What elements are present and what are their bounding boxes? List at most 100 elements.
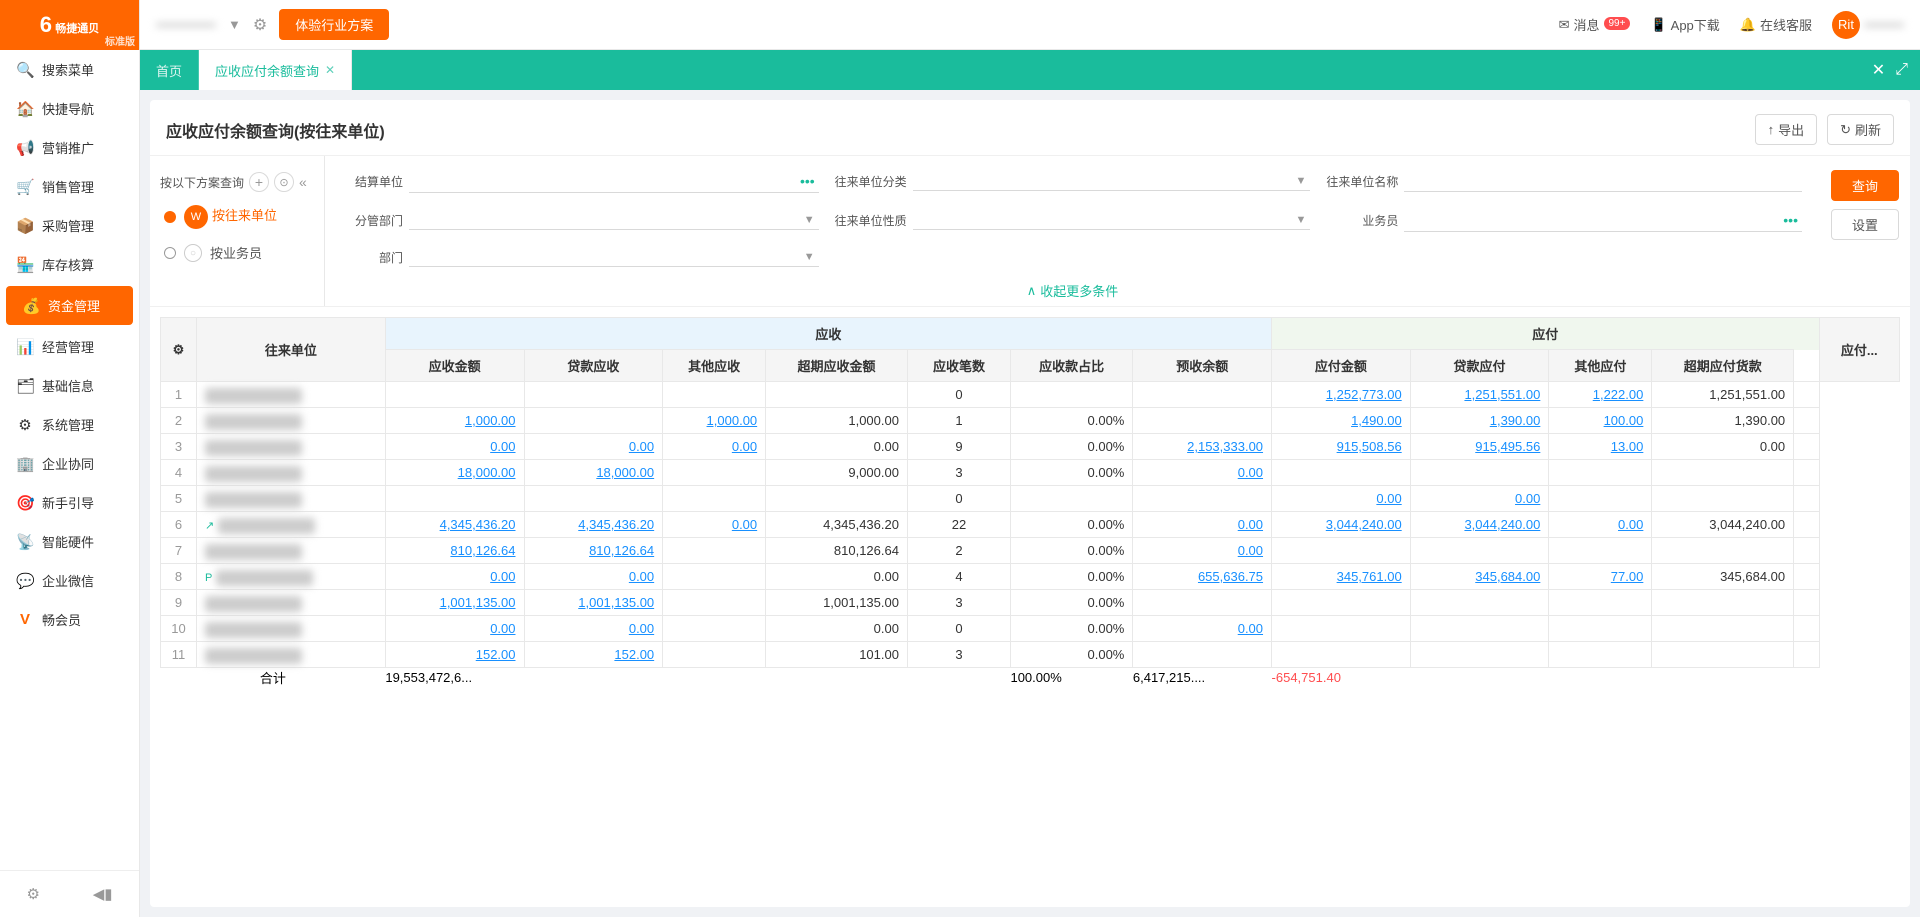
yeWuYuan-input[interactable]: ••• <box>1404 209 1802 232</box>
jiesuan-dots-icon[interactable]: ••• <box>800 173 815 189</box>
row-loan-payable[interactable]: 0.00 <box>1410 486 1549 512</box>
sidebar-item-search[interactable]: 🔍 搜索菜单 <box>0 50 139 89</box>
total-overdue-receivable <box>766 668 908 688</box>
row-receivable-amount[interactable]: 0.00 <box>385 616 524 642</box>
sidebar-item-purchase[interactable]: 📦 采购管理 <box>0 206 139 245</box>
tab-query[interactable]: 应收应付余额查询 ✕ <box>199 50 352 90</box>
row-loan-receivable[interactable]: 18,000.00 <box>524 460 663 486</box>
row-prepay-balance[interactable]: 655,636.75 <box>1133 564 1272 590</box>
row-other-receivable[interactable]: 1,000.00 <box>663 408 766 434</box>
row-loan-payable[interactable]: 3,044,240.00 <box>1410 512 1549 538</box>
tab-close-all-icon[interactable]: ✕ <box>1872 60 1885 80</box>
row-other-payable[interactable]: 77.00 <box>1549 564 1652 590</box>
row-other-payable[interactable]: 1,222.00 <box>1549 382 1652 408</box>
user-menu[interactable]: Rit <box>1832 11 1904 39</box>
row-other-receivable[interactable]: 0.00 <box>663 512 766 538</box>
row-prepay-balance[interactable]: 2,153,333.00 <box>1133 434 1272 460</box>
row-loan-receivable[interactable]: 810,126.64 <box>524 538 663 564</box>
tab-expand-icon[interactable]: ⤢ <box>1895 61 1908 79</box>
tab-close-icon[interactable]: ✕ <box>325 63 335 77</box>
row-loan-receivable[interactable]: 4,345,436.20 <box>524 512 663 538</box>
row-prepay-balance[interactable]: 0.00 <box>1133 460 1272 486</box>
settings-col-header[interactable]: ⚙ <box>161 318 197 382</box>
sidebar-item-wechat[interactable]: 💬 企业微信 <box>0 561 139 600</box>
collapse-scheme-icon[interactable]: « <box>299 174 307 190</box>
row-receivable-ratio: 0.00% <box>1010 538 1132 564</box>
row-receivable-amount[interactable]: 18,000.00 <box>385 460 524 486</box>
edit-scheme-button[interactable]: ⊙ <box>274 172 294 192</box>
user-avatar: Rit <box>1832 11 1860 39</box>
row-loan-payable[interactable]: 345,684.00 <box>1410 564 1549 590</box>
jiesuan-input[interactable]: ••• <box>409 170 819 193</box>
sidebar-settings-button[interactable]: ⚙ <box>20 879 45 909</box>
query-button[interactable]: 查询 <box>1831 170 1899 201</box>
row-receivable-amount[interactable]: 1,000.00 <box>385 408 524 434</box>
row-payable-amount[interactable]: 345,761.00 <box>1272 564 1411 590</box>
row-prepay-balance[interactable]: 0.00 <box>1133 538 1272 564</box>
online-service-button[interactable]: 🔔 在线客服 <box>1740 15 1812 34</box>
promo-button[interactable]: 体验行业方案 <box>279 9 389 40</box>
settings-button[interactable]: 设置 <box>1831 209 1899 240</box>
row-prepay-balance[interactable]: 0.00 <box>1133 616 1272 642</box>
sidebar-collapse-button[interactable]: ◀▮ <box>87 879 119 909</box>
sidebar-item-basic[interactable]: 🗂 基础信息 <box>0 366 139 405</box>
row-receivable-amount[interactable]: 0.00 <box>385 564 524 590</box>
collapse-more-button[interactable]: ∧ 收起更多条件 <box>325 275 1820 306</box>
tab-home[interactable]: 首页 <box>140 50 199 90</box>
row-other-payable <box>1549 590 1652 616</box>
dropdown-arrow[interactable]: ▼ <box>228 17 241 32</box>
refresh-button[interactable]: ↻ 刷新 <box>1827 114 1894 145</box>
sidebar-item-guide[interactable]: 🎯 新手引导 <box>0 483 139 522</box>
row-receivable-amount[interactable]: 810,126.64 <box>385 538 524 564</box>
sidebar-item-marketing[interactable]: 📢 营销推广 <box>0 128 139 167</box>
notification-button[interactable]: ✉ 消息 99+ <box>1559 15 1631 34</box>
table-row: 8 P 0.00 0.00 0.00 4 0.00% 655,636.75 34… <box>161 564 1900 590</box>
row-loan-receivable[interactable]: 1,001,135.00 <box>524 590 663 616</box>
sidebar-item-quicknav[interactable]: 🏠 快捷导航 <box>0 89 139 128</box>
sidebar-item-sales[interactable]: 🛒 销售管理 <box>0 167 139 206</box>
service-icon: 🔔 <box>1740 17 1756 33</box>
row-loan-receivable[interactable]: 0.00 <box>524 616 663 642</box>
row-loan-receivable[interactable]: 0.00 <box>524 564 663 590</box>
row-receivable-amount[interactable]: 152.00 <box>385 642 524 668</box>
wanglai-name-input[interactable] <box>1404 171 1802 192</box>
sidebar-item-system[interactable]: ⚙ 系统管理 <box>0 405 139 444</box>
row-other-payable[interactable]: 100.00 <box>1549 408 1652 434</box>
total-prepay-balance[interactable]: 6,417,215.... <box>1133 668 1272 688</box>
sidebar-item-hardware[interactable]: 📡 智能硬件 <box>0 522 139 561</box>
row-overdue-receivable: 0.00 <box>766 434 908 460</box>
row-loan-receivable[interactable]: 0.00 <box>524 434 663 460</box>
wanglai-type-select[interactable]: ▼ <box>913 172 1311 191</box>
row-payable-amount[interactable]: 915,508.56 <box>1272 434 1411 460</box>
total-receivable-amount[interactable]: 19,553,472,6... <box>385 668 524 688</box>
sidebar-item-enterprise[interactable]: 🏢 企业协同 <box>0 444 139 483</box>
row-prepay-balance[interactable]: 0.00 <box>1133 512 1272 538</box>
row-loan-payable[interactable]: 915,495.56 <box>1410 434 1549 460</box>
scheme-item-by-unit[interactable]: W 按往来单位 <box>150 198 324 236</box>
row-payable-amount[interactable]: 1,490.00 <box>1272 408 1411 434</box>
sidebar-item-member[interactable]: V 畅会员 <box>0 600 139 639</box>
row-payable-amount[interactable]: 1,252,773.00 <box>1272 382 1411 408</box>
row-receivable-amount[interactable]: 1,001,135.00 <box>385 590 524 616</box>
sidebar-item-finance[interactable]: 💰 资金管理 <box>6 286 133 325</box>
sidebar-item-inventory[interactable]: 🏪 库存核算 <box>0 245 139 284</box>
export-button[interactable]: ↑ 导出 <box>1755 114 1818 145</box>
row-payable-amount[interactable]: 0.00 <box>1272 486 1411 512</box>
row-loan-payable[interactable]: 1,390.00 <box>1410 408 1549 434</box>
row-payable-amount[interactable]: 3,044,240.00 <box>1272 512 1411 538</box>
row-receivable-amount[interactable]: 0.00 <box>385 434 524 460</box>
add-scheme-button[interactable]: + <box>249 172 269 192</box>
sidebar-item-operation[interactable]: 📊 经营管理 <box>0 327 139 366</box>
row-receivable-amount[interactable]: 4,345,436.20 <box>385 512 524 538</box>
row-other-payable[interactable]: 13.00 <box>1549 434 1652 460</box>
row-other-payable[interactable]: 0.00 <box>1549 512 1652 538</box>
wanglai-nature-select[interactable]: ▼ <box>913 211 1311 230</box>
row-loan-receivable[interactable]: 152.00 <box>524 642 663 668</box>
row-other-receivable[interactable]: 0.00 <box>663 434 766 460</box>
bumen-select[interactable]: ▼ <box>409 248 819 267</box>
row-loan-payable[interactable]: 1,251,551.00 <box>1410 382 1549 408</box>
scheme-item-by-salesman[interactable]: ○ 按业务员 <box>150 236 324 269</box>
header-settings-icon[interactable]: ⚙ <box>253 15 267 35</box>
app-download-button[interactable]: 📱 App下载 <box>1650 15 1719 34</box>
fenguan-select[interactable]: ▼ <box>409 211 819 230</box>
